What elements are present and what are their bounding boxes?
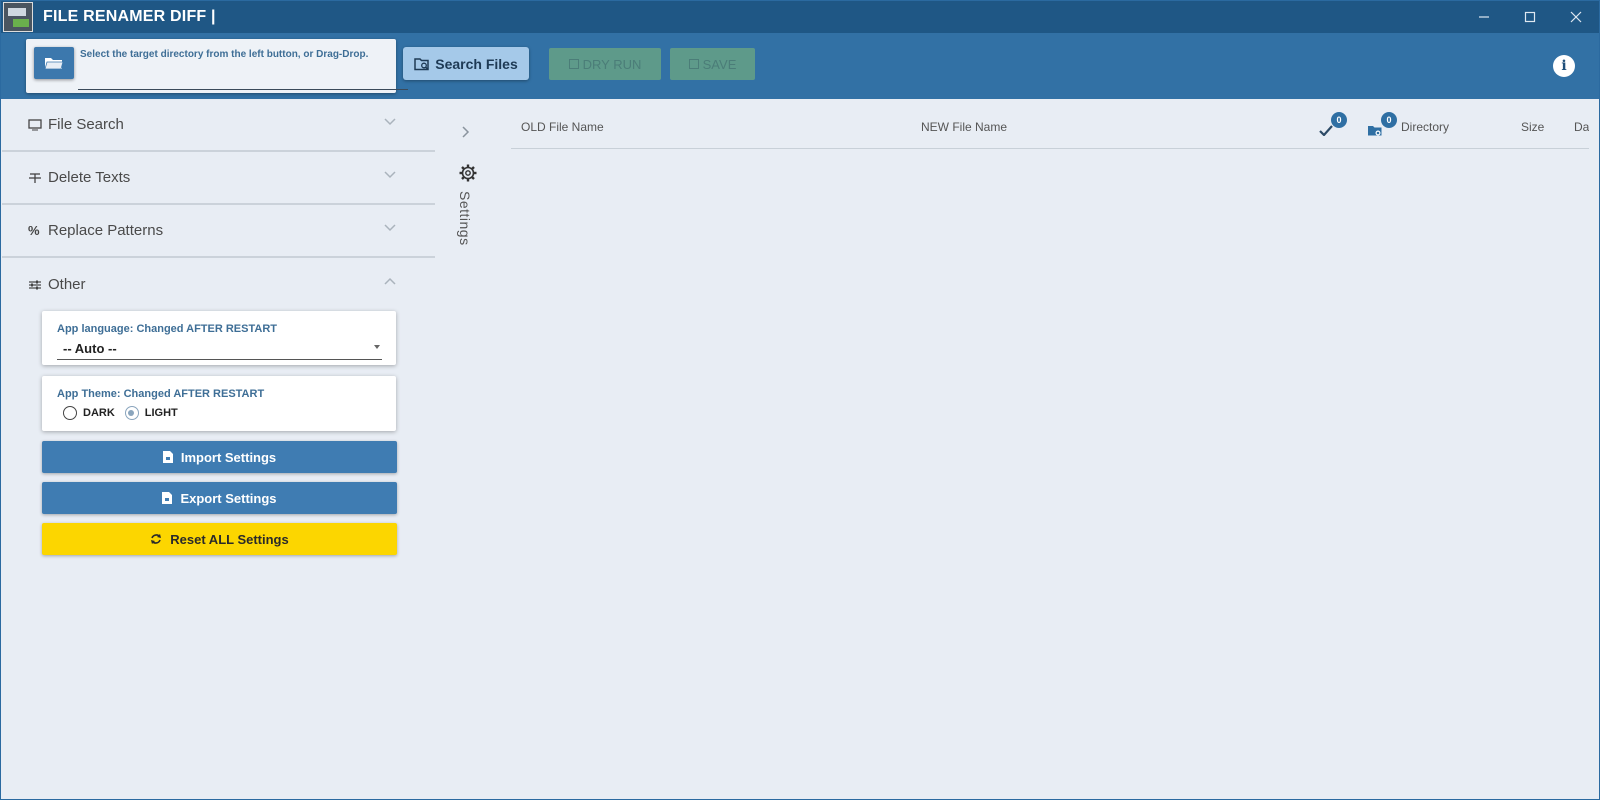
- export-settings-label: Export Settings: [180, 490, 277, 506]
- close-icon: [1570, 11, 1582, 23]
- app-window: FILE RENAMER DIFF | Select the target di…: [0, 0, 1600, 800]
- checked-count-badge: 0: [1331, 112, 1347, 128]
- accordion-label: Other: [48, 276, 86, 293]
- theme-label: App Theme: Changed AFTER RESTART: [57, 388, 265, 400]
- maximize-button[interactable]: [1507, 1, 1553, 33]
- reset-settings-button[interactable]: Reset ALL Settings: [42, 523, 397, 555]
- minimize-button[interactable]: [1461, 1, 1507, 33]
- settings-rail-label[interactable]: Settings: [457, 191, 473, 246]
- column-directory[interactable]: Directory: [1401, 120, 1449, 134]
- file-table: OLD File Name NEW File Name 0 0 Director…: [511, 99, 1589, 799]
- folder-icon: [1368, 126, 1382, 136]
- folder-count-badge: 0: [1381, 112, 1397, 128]
- column-date[interactable]: Date: [1574, 120, 1589, 134]
- accordion-file-search[interactable]: File Search: [2, 99, 435, 152]
- search-files-label: Search Files: [435, 55, 518, 72]
- accordion-label: File Search: [48, 116, 124, 133]
- theme-radio-dark[interactable]: DARK: [63, 406, 115, 420]
- folder-count-column[interactable]: 0: [1367, 112, 1403, 140]
- app-logo-icon: [3, 2, 33, 32]
- sliders-icon: [28, 279, 44, 291]
- chevron-down-icon: [384, 118, 396, 126]
- export-settings-button[interactable]: Export Settings: [42, 482, 397, 514]
- theme-radio-group: DARK LIGHT: [63, 406, 188, 420]
- radio-label: DARK: [83, 407, 115, 419]
- table-header: OLD File Name NEW File Name 0 0 Director…: [511, 99, 1589, 149]
- dry-run-icon: [568, 59, 579, 69]
- strikethrough-icon: [28, 172, 44, 184]
- monitor-icon: [28, 118, 44, 131]
- info-button[interactable]: i: [1553, 55, 1575, 77]
- accordion-replace-patterns[interactable]: % Replace Patterns: [2, 205, 435, 258]
- file-import-icon: [162, 451, 173, 463]
- folder-open-icon: [44, 58, 64, 70]
- chevron-right-icon[interactable]: [461, 125, 471, 139]
- refresh-icon: [150, 533, 162, 545]
- language-select[interactable]: -- Auto --: [57, 338, 382, 360]
- gear-icon[interactable]: [458, 163, 478, 183]
- accordion-label: Replace Patterns: [48, 222, 164, 239]
- chevron-down-icon: [384, 171, 396, 179]
- radio-label: LIGHT: [144, 407, 178, 419]
- theme-card: App Theme: Changed AFTER RESTART DARK LI…: [42, 376, 396, 431]
- import-settings-label: Import Settings: [180, 449, 277, 465]
- language-card: App language: Changed AFTER RESTART -- A…: [42, 311, 396, 365]
- minimize-icon: [1479, 16, 1489, 18]
- language-value: -- Auto --: [63, 341, 117, 356]
- accordion-label: Delete Texts: [48, 169, 131, 186]
- window-title: FILE RENAMER DIFF |: [43, 8, 216, 25]
- info-icon: i: [1561, 58, 1567, 74]
- chevron-down-icon: [384, 224, 396, 232]
- percent-icon: %: [28, 223, 40, 238]
- radio-circle: [63, 406, 77, 420]
- column-new-file-name[interactable]: NEW File Name: [921, 120, 1007, 134]
- maximize-icon: [1524, 11, 1536, 23]
- save-label: SAVE: [702, 56, 737, 72]
- dry-run-label: DRY RUN: [582, 56, 642, 72]
- close-button[interactable]: [1553, 1, 1599, 33]
- radio-circle: [124, 406, 139, 420]
- title-bar: FILE RENAMER DIFF |: [1, 1, 1599, 33]
- browse-folder-button[interactable]: [34, 47, 74, 79]
- toolbar: Select the target directory from the lef…: [1, 33, 1599, 99]
- import-settings-button[interactable]: Import Settings: [42, 441, 397, 473]
- directory-hint: Select the target directory from the lef…: [80, 49, 369, 60]
- search-files-button[interactable]: Search Files: [403, 47, 529, 80]
- dry-run-button[interactable]: DRY RUN: [549, 48, 661, 80]
- file-export-icon: [162, 492, 173, 504]
- accordion-delete-texts[interactable]: Delete Texts: [2, 152, 435, 205]
- language-label: App language: Changed AFTER RESTART: [57, 323, 277, 335]
- checked-count-column[interactable]: 0: [1319, 112, 1355, 140]
- directory-input-box[interactable]: Select the target directory from the lef…: [26, 39, 408, 93]
- save-button[interactable]: SAVE: [670, 48, 755, 80]
- window-controls: [1461, 1, 1599, 33]
- chevron-up-icon: [384, 277, 396, 285]
- directory-input-underline: [78, 89, 408, 90]
- reset-settings-label: Reset ALL Settings: [170, 531, 289, 547]
- theme-radio-light[interactable]: LIGHT: [124, 406, 178, 420]
- dropdown-arrow-icon: [374, 345, 380, 349]
- accordion-other[interactable]: Other: [2, 258, 435, 311]
- column-old-file-name[interactable]: OLD File Name: [521, 120, 604, 134]
- folder-search-icon: [414, 57, 429, 70]
- settings-rail: Settings: [449, 99, 499, 799]
- column-size[interactable]: Size: [1521, 120, 1544, 134]
- checkmark-icon: [1319, 125, 1333, 136]
- save-icon: [688, 59, 699, 69]
- settings-panel: File Search Delete Texts % Replace Patte…: [2, 99, 435, 799]
